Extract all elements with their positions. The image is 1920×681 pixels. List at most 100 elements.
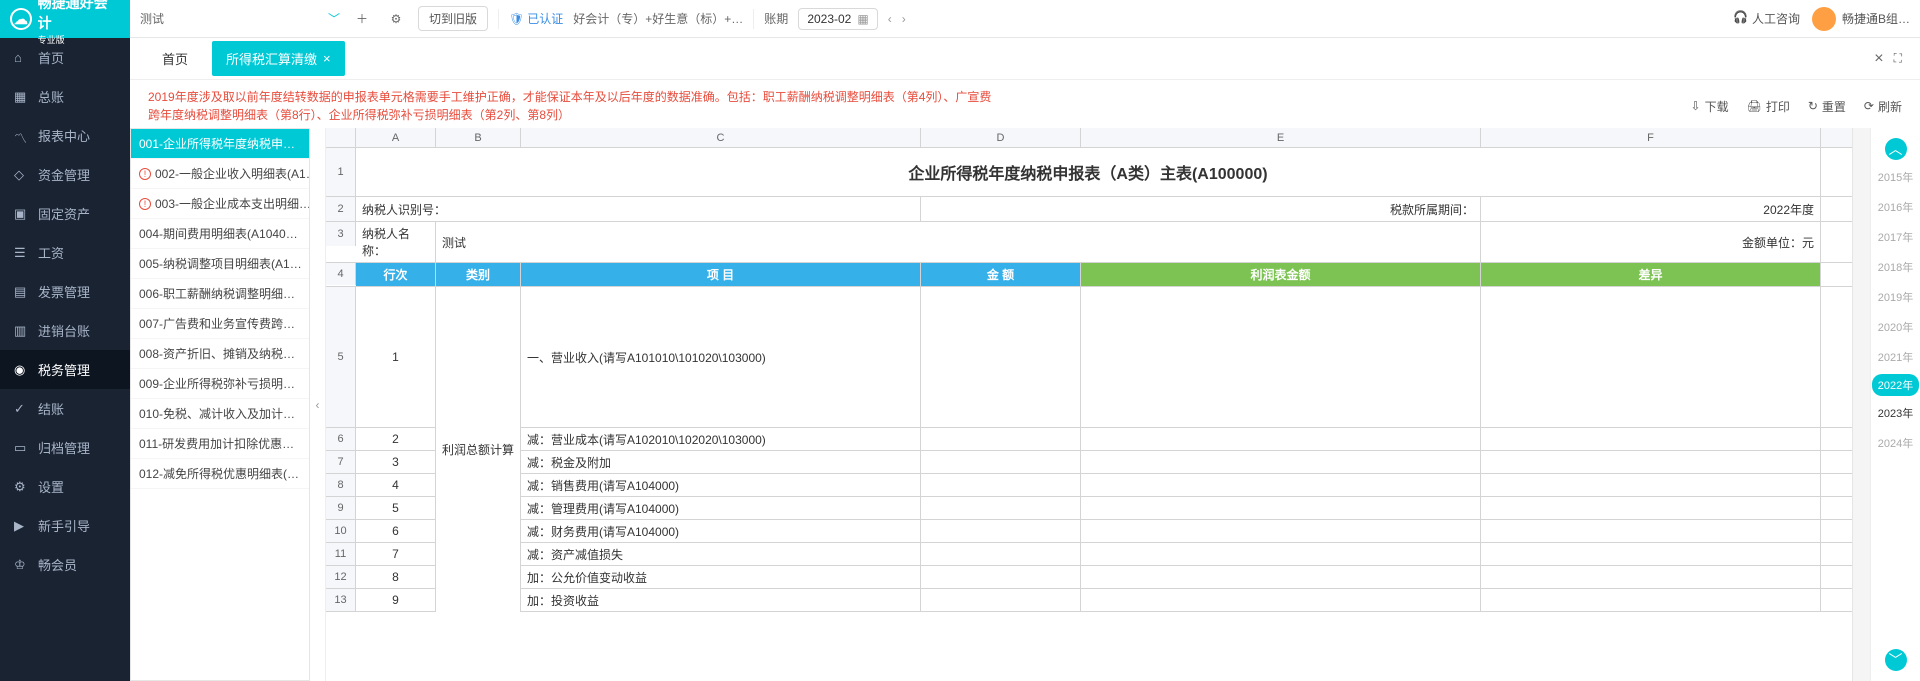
- cell[interactable]: [1481, 589, 1821, 611]
- form-list-item[interactable]: 010-免税、减计收入及加计…: [131, 399, 309, 429]
- nav-item-5[interactable]: ☰工资: [0, 233, 130, 272]
- row-header[interactable]: 13: [326, 589, 356, 611]
- close-icon[interactable]: ×: [323, 51, 331, 66]
- cell[interactable]: [921, 287, 1081, 427]
- nav-item-9[interactable]: ✓结账: [0, 389, 130, 428]
- cell[interactable]: 5: [356, 497, 436, 519]
- chevron-right-icon[interactable]: ›: [902, 12, 906, 26]
- year-item[interactable]: 2020年: [1878, 314, 1913, 340]
- cell[interactable]: [921, 589, 1081, 611]
- row-header[interactable]: 5: [326, 287, 356, 427]
- cell[interactable]: 加：公允价值变动收益: [521, 566, 921, 588]
- cell[interactable]: [1481, 474, 1821, 496]
- year-item[interactable]: 2021年: [1878, 344, 1913, 370]
- col-header-f[interactable]: F: [1481, 128, 1821, 147]
- cell[interactable]: 2022年度: [1481, 197, 1821, 221]
- cell[interactable]: 金额单位：元: [1481, 222, 1821, 262]
- form-list-item[interactable]: 008-资产折旧、摊销及纳税…: [131, 339, 309, 369]
- tab-home[interactable]: 首页: [148, 41, 202, 76]
- old-version-button[interactable]: 切到旧版: [418, 6, 488, 31]
- nav-item-10[interactable]: ▭归档管理: [0, 428, 130, 467]
- cell[interactable]: 一、营业收入(请写A101010\101020\103000): [521, 287, 921, 427]
- nav-item-11[interactable]: ⚙设置: [0, 467, 130, 506]
- cell[interactable]: [921, 474, 1081, 496]
- cell[interactable]: 纳税人名称：: [356, 222, 436, 262]
- user-menu[interactable]: 畅捷通B组…: [1812, 7, 1910, 31]
- nav-item-2[interactable]: 〽报表中心: [0, 116, 130, 155]
- cell[interactable]: 9: [356, 589, 436, 611]
- row-header[interactable]: 11: [326, 543, 356, 565]
- cell[interactable]: [921, 497, 1081, 519]
- cell[interactable]: 测试: [436, 222, 1481, 262]
- header-cell[interactable]: 利润表金额: [1081, 263, 1481, 286]
- cell[interactable]: 减：税金及附加: [521, 451, 921, 473]
- nav-item-1[interactable]: ▦总账: [0, 77, 130, 116]
- tab-tax-settlement[interactable]: 所得税汇算清缴 ×: [212, 41, 345, 76]
- cell[interactable]: [1081, 497, 1481, 519]
- year-item[interactable]: 2019年: [1878, 284, 1913, 310]
- cell[interactable]: 3: [356, 451, 436, 473]
- cell[interactable]: [1081, 589, 1481, 611]
- settings-icon[interactable]: ⚙: [384, 7, 408, 31]
- cell[interactable]: 减：资产减值损失: [521, 543, 921, 565]
- cell[interactable]: 4: [356, 474, 436, 496]
- category-merged-cell[interactable]: 利润总额计算: [436, 287, 521, 612]
- chevron-left-icon[interactable]: ‹: [888, 12, 892, 26]
- cell[interactable]: [1081, 566, 1481, 588]
- form-list-item[interactable]: 009-企业所得税弥补亏损明…: [131, 369, 309, 399]
- form-list-item[interactable]: 012-减免所得税优惠明细表(…: [131, 459, 309, 489]
- year-item[interactable]: 2017年: [1878, 224, 1913, 250]
- year-item[interactable]: 2016年: [1878, 194, 1913, 220]
- reset-button[interactable]: ↻重置: [1808, 98, 1846, 115]
- row-header[interactable]: 7: [326, 451, 356, 473]
- cell[interactable]: [1481, 520, 1821, 542]
- nav-item-0[interactable]: ⌂首页: [0, 38, 130, 77]
- sheet-body[interactable]: 1企业所得税年度纳税申报表（A类）主表(A100000) 2 纳税人识别号：税款所属…: [326, 148, 1852, 681]
- header-cell[interactable]: 项 目: [521, 263, 921, 286]
- download-button[interactable]: ⇩下载: [1691, 98, 1729, 115]
- cell[interactable]: 6: [356, 520, 436, 542]
- cell[interactable]: 2: [356, 428, 436, 450]
- form-list-item[interactable]: 007-广告费和业务宣传费跨…: [131, 309, 309, 339]
- sheet-title[interactable]: 企业所得税年度纳税申报表（A类）主表(A100000): [356, 148, 1821, 196]
- tab-close-all-icon[interactable]: ×: [1874, 50, 1883, 68]
- nav-item-6[interactable]: ▤发票管理: [0, 272, 130, 311]
- refresh-button[interactable]: ⟳刷新: [1864, 98, 1902, 115]
- cell[interactable]: [1481, 428, 1821, 450]
- cell[interactable]: [1081, 474, 1481, 496]
- cell[interactable]: [1481, 287, 1821, 427]
- year-item[interactable]: 2018年: [1878, 254, 1913, 280]
- cell[interactable]: [921, 566, 1081, 588]
- row-header[interactable]: 3: [326, 222, 356, 246]
- row-header[interactable]: 6: [326, 428, 356, 450]
- fullscreen-icon[interactable]: ⛶: [1894, 51, 1902, 66]
- nav-item-13[interactable]: ♔畅会员: [0, 545, 130, 584]
- cell[interactable]: 税款所属期间：: [921, 197, 1481, 221]
- col-header-b[interactable]: B: [436, 128, 521, 147]
- cell[interactable]: 减：销售费用(请写A104000): [521, 474, 921, 496]
- form-list-item[interactable]: 005-纳税调整项目明细表(A1…: [131, 249, 309, 279]
- row-header[interactable]: 12: [326, 566, 356, 588]
- cell[interactable]: 纳税人识别号：: [356, 197, 921, 221]
- header-cell[interactable]: 差异: [1481, 263, 1821, 286]
- cell[interactable]: [1081, 543, 1481, 565]
- company-select[interactable]: 测试 ﹀: [140, 10, 340, 27]
- cell[interactable]: [1481, 566, 1821, 588]
- nav-item-8[interactable]: ◉税务管理: [0, 350, 130, 389]
- cell[interactable]: [921, 543, 1081, 565]
- cell[interactable]: [1081, 451, 1481, 473]
- form-list-item[interactable]: 011-研发费用加计扣除优惠…: [131, 429, 309, 459]
- form-list-item[interactable]: 001-企业所得税年度纳税申…: [131, 129, 309, 159]
- row-header[interactable]: 8: [326, 474, 356, 496]
- cell[interactable]: [1481, 497, 1821, 519]
- service-link[interactable]: 🎧 人工咨询: [1733, 10, 1800, 27]
- cell[interactable]: 7: [356, 543, 436, 565]
- nav-item-7[interactable]: ▥进销台账: [0, 311, 130, 350]
- collapse-handle[interactable]: ‹: [310, 128, 326, 681]
- cell[interactable]: [1081, 428, 1481, 450]
- cell[interactable]: [921, 451, 1081, 473]
- form-list-item[interactable]: 006-职工薪酬纳税调整明细…: [131, 279, 309, 309]
- cell[interactable]: 减：财务费用(请写A104000): [521, 520, 921, 542]
- row-header[interactable]: 1: [326, 148, 356, 196]
- year-item[interactable]: 2024年: [1878, 430, 1913, 456]
